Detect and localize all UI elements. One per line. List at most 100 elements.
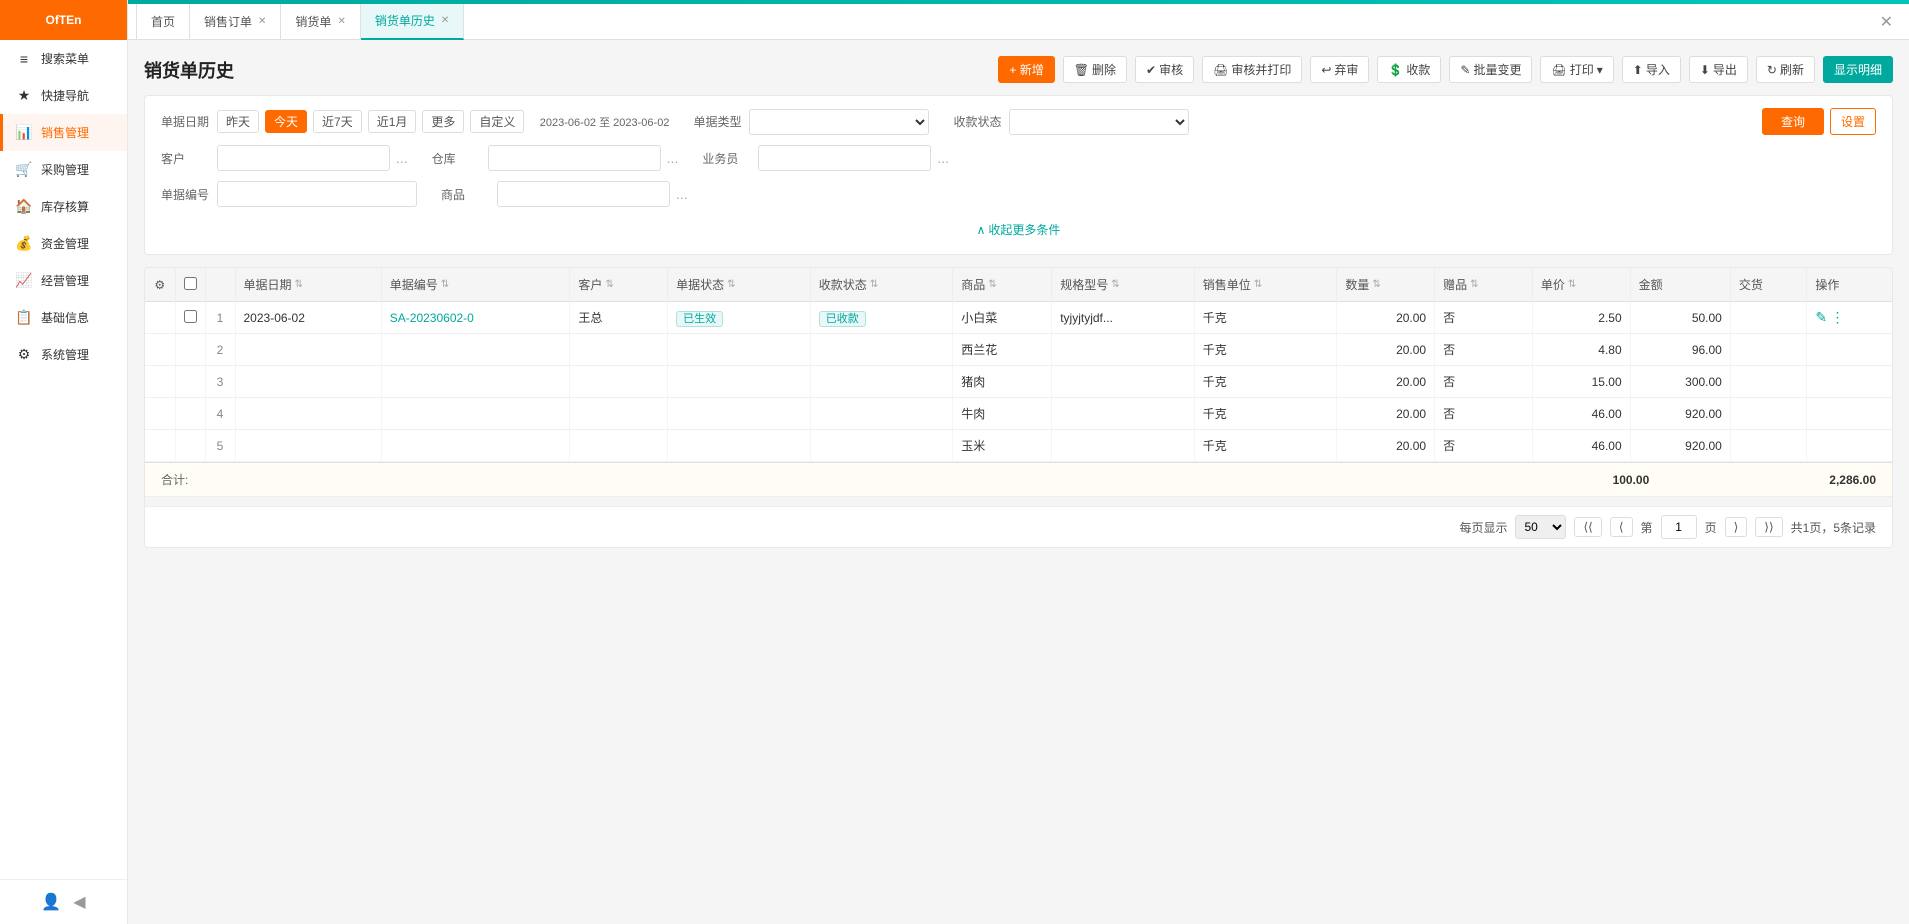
prev-page-button[interactable]: ⟨ [1610, 517, 1633, 537]
cell-unit-price: 46.00 [1532, 398, 1630, 430]
more-action-icon[interactable]: ⋮ [1830, 309, 1844, 325]
tab-close-all[interactable]: ✕ [1872, 12, 1901, 32]
salesperson-input[interactable] [758, 145, 931, 171]
warehouse-more-icon[interactable]: ... [667, 150, 679, 166]
customer-sort[interactable]: 客户 ⇅ [578, 276, 613, 293]
cell-sales-unit: 千克 [1194, 398, 1337, 430]
th-doc-no[interactable]: 单据编号 ⇅ [381, 268, 570, 302]
next-page-button[interactable]: ⟩ [1725, 517, 1748, 537]
docno-input[interactable] [217, 181, 417, 207]
print-button[interactable]: 🖨 打印 ▾ [1540, 56, 1613, 83]
abandon-button[interactable]: ↩ 弃审 [1310, 56, 1369, 83]
spec-type-sort[interactable]: 规格型号 ⇅ [1060, 276, 1119, 293]
cell-checkbox[interactable] [175, 430, 205, 462]
goods-more-icon[interactable]: ... [676, 186, 688, 202]
filter-salesperson-item: 业务员 ... [702, 145, 949, 171]
date-7days-btn[interactable]: 近7天 [313, 110, 362, 133]
collect-status-select[interactable] [1009, 109, 1189, 135]
audit-print-button[interactable]: 🖨 审核并打印 [1202, 56, 1302, 83]
import-button[interactable]: ⬆ 导入 [1622, 56, 1681, 83]
sales-unit-sort[interactable]: 销售单位 ⇅ [1203, 276, 1262, 293]
tab-home[interactable]: 首页 [136, 4, 190, 40]
tab-sales-order-close[interactable]: ✕ [258, 16, 266, 27]
th-unit-price[interactable]: 单价 ⇅ [1532, 268, 1630, 302]
th-sales-unit[interactable]: 销售单位 ⇅ [1194, 268, 1337, 302]
tab-sales-history[interactable]: 销货单历史 ✕ [361, 4, 464, 40]
page-number-input[interactable]: 1 [1661, 515, 1697, 539]
show-detail-button[interactable]: 显示明细 [1823, 56, 1893, 83]
tab-sales-delivery-close[interactable]: ✕ [337, 16, 345, 27]
data-table-container: ⚙ 单据日期 ⇅ [144, 267, 1893, 548]
sidebar-collapse-icon[interactable]: ◀ [73, 892, 85, 912]
row-checkbox[interactable] [184, 310, 197, 323]
sidebar-item-search-menu[interactable]: ≡ 搜索菜单 [0, 40, 127, 77]
edit-icon[interactable]: ✎ [1815, 309, 1827, 325]
th-doc-status[interactable]: 单据状态 ⇅ [668, 268, 811, 302]
date-yesterday-btn[interactable]: 昨天 [217, 110, 259, 133]
gift-sort[interactable]: 赠品 ⇅ [1443, 276, 1478, 293]
th-quantity[interactable]: 数量 ⇅ [1337, 268, 1435, 302]
tab-sales-delivery[interactable]: 销货单 ✕ [281, 4, 360, 40]
th-doc-date[interactable]: 单据日期 ⇅ [235, 268, 381, 302]
date-more-btn[interactable]: 更多 [422, 110, 464, 133]
sidebar-item-quick-nav[interactable]: ★ 快捷导航 [0, 77, 127, 114]
table-row: 3 猪肉 千克 20.00 否 15.00 300.00 [145, 366, 1892, 398]
th-settings[interactable]: ⚙ [145, 268, 175, 302]
th-gift[interactable]: 赠品 ⇅ [1435, 268, 1533, 302]
date-1month-btn[interactable]: 近1月 [368, 110, 417, 133]
cell-checkbox[interactable] [175, 302, 205, 334]
date-range-text: 2023-06-02 至 2023-06-02 [540, 114, 670, 130]
cell-doc-date: 2023-06-02 [235, 302, 381, 334]
sort-icon: ⇅ [727, 279, 735, 290]
sidebar-item-ops-mgmt[interactable]: 📈 经营管理 [0, 262, 127, 299]
settings-button[interactable]: 设置 [1830, 108, 1876, 135]
goods-sort[interactable]: 商品 ⇅ [961, 276, 996, 293]
query-button[interactable]: 查询 [1762, 108, 1824, 135]
collect-status-sort[interactable]: 收款状态 ⇅ [819, 276, 878, 293]
horizontal-scrollbar[interactable] [145, 496, 1892, 506]
salesperson-more-icon[interactable]: ... [937, 150, 949, 166]
sidebar-user-icon[interactable]: 👤 [41, 892, 61, 912]
date-today-btn[interactable]: 今天 [265, 110, 307, 133]
goods-input[interactable] [497, 181, 670, 207]
customer-input[interactable] [217, 145, 390, 171]
cell-checkbox[interactable] [175, 334, 205, 366]
th-goods[interactable]: 商品 ⇅ [953, 268, 1052, 302]
tab-sales-history-close[interactable]: ✕ [441, 15, 449, 26]
select-all-checkbox[interactable] [184, 277, 197, 290]
th-spec-type[interactable]: 规格型号 ⇅ [1052, 268, 1195, 302]
refresh-button[interactable]: ↻ 刷新 [1756, 56, 1815, 83]
cell-doc-status: 已生效 [668, 302, 811, 334]
th-collect-status[interactable]: 收款状态 ⇅ [810, 268, 953, 302]
sidebar-item-purchase-mgmt[interactable]: 🛒 采购管理 [0, 151, 127, 188]
first-page-button[interactable]: ⟨⟨ [1574, 517, 1601, 537]
sidebar-item-inventory-calc[interactable]: 🏠 库存核算 [0, 188, 127, 225]
date-custom-btn[interactable]: 自定义 [470, 110, 524, 133]
delete-button[interactable]: 🗑 删除 [1063, 56, 1127, 83]
collect-button[interactable]: 💲 收款 [1377, 56, 1441, 83]
new-button[interactable]: + 新增 [998, 56, 1054, 83]
sidebar-item-sys-mgmt[interactable]: ⚙ 系统管理 [0, 336, 127, 373]
warehouse-input[interactable] [488, 145, 661, 171]
last-page-button[interactable]: ⟩⟩ [1755, 517, 1782, 537]
doc-no-sort[interactable]: 单据编号 ⇅ [390, 276, 449, 293]
sort-icon: ⇅ [1111, 279, 1119, 290]
cell-checkbox[interactable] [175, 366, 205, 398]
export-button[interactable]: ⬇ 导出 [1689, 56, 1748, 83]
collapse-button[interactable]: ∧ 收起更多条件 [161, 217, 1876, 242]
doc-date-sort[interactable]: 单据日期 ⇅ [244, 276, 303, 293]
per-page-select[interactable]: 50 100 200 [1515, 515, 1566, 539]
batch-change-button[interactable]: ✎ 批量变更 [1449, 56, 1532, 83]
quantity-sort[interactable]: 数量 ⇅ [1345, 276, 1380, 293]
th-customer[interactable]: 客户 ⇅ [570, 268, 668, 302]
doc-type-select[interactable] [749, 109, 929, 135]
doc-status-sort[interactable]: 单据状态 ⇅ [676, 276, 735, 293]
sidebar-item-sales-mgmt[interactable]: 📊 销售管理 [0, 114, 127, 151]
sidebar-item-finance-mgmt[interactable]: 💰 资金管理 [0, 225, 127, 262]
cell-checkbox[interactable] [175, 398, 205, 430]
sidebar-item-basic-info[interactable]: 📋 基础信息 [0, 299, 127, 336]
unit-price-sort[interactable]: 单价 ⇅ [1541, 276, 1576, 293]
audit-button[interactable]: ✔ 审核 [1135, 56, 1194, 83]
customer-more-icon[interactable]: ... [396, 150, 408, 166]
tab-sales-order[interactable]: 销售订单 ✕ [190, 4, 281, 40]
